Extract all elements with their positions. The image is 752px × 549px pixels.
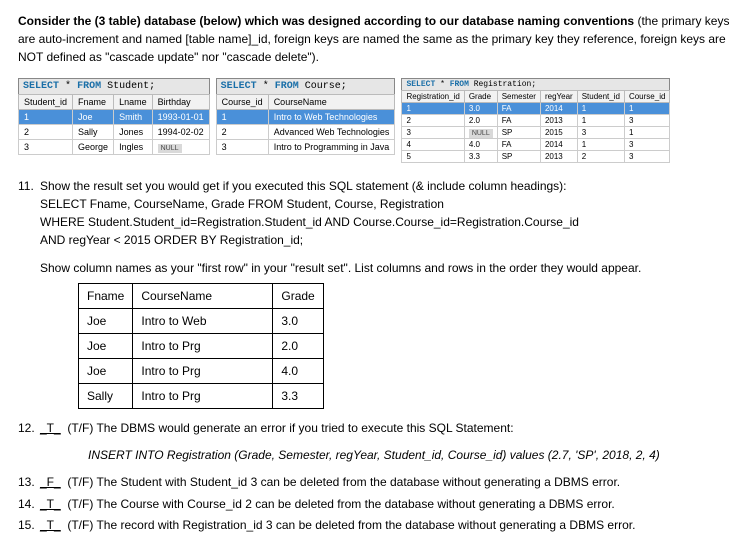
db-tables-row: SELECT * FROM Student; Student_id Fname … [18, 78, 734, 163]
table-row: 5 3.3 SP 2013 2 3 [402, 151, 670, 163]
table-row: 2 2.0 FA 2013 1 3 [402, 115, 670, 127]
registration-cols: Registration_id Grade Semester regYear S… [402, 91, 670, 103]
table-row: 1 Intro to Web Technologies [216, 110, 395, 125]
intro-paragraph: Consider the (3 table) database (below) … [18, 12, 734, 66]
student-sql-head: SELECT * FROM Student; [19, 79, 210, 95]
table-row: Joe Intro to Prg 4.0 [79, 359, 324, 384]
table-row: 3 NULL SP 2015 3 1 [402, 127, 670, 139]
q11-num: 11. [18, 177, 40, 195]
student-cols: Student_id Fname Lname Birthday [19, 95, 210, 110]
q11-sql: SELECT Fname, CourseName, Grade FROM Stu… [40, 195, 734, 249]
result-header-row: Fname CourseName Grade [79, 284, 324, 309]
table-row: 4 4.0 FA 2014 1 3 [402, 139, 670, 151]
table-row: 3 Intro to Programming in Java [216, 140, 395, 155]
course-sql-head: SELECT * FROM Course; [216, 79, 395, 95]
question-12: 12._T_ (T/F) The DBMS would generate an … [18, 419, 734, 465]
course-cols: Course_id CourseName [216, 95, 395, 110]
registration-table-wrap: SELECT * FROM Registration; Registration… [401, 78, 670, 163]
question-15: 15._T_ (T/F) The record with Registratio… [18, 516, 734, 535]
student-table: SELECT * FROM Student; Student_id Fname … [18, 78, 210, 155]
course-table-wrap: SELECT * FROM Course; Course_id CourseNa… [216, 78, 396, 155]
question-14: 14._T_ (T/F) The Course with Course_id 2… [18, 495, 734, 514]
null-badge: NULL [469, 129, 493, 138]
q11-prompt: Show the result set you would get if you… [40, 179, 567, 193]
student-table-wrap: SELECT * FROM Student; Student_id Fname … [18, 78, 210, 155]
table-row: 1 Joe Smith 1993-01-01 [19, 110, 210, 125]
result-set-table: Fname CourseName Grade Joe Intro to Web … [78, 283, 324, 409]
course-table: SELECT * FROM Course; Course_id CourseNa… [216, 78, 396, 155]
registration-table: SELECT * FROM Registration; Registration… [401, 78, 670, 163]
table-row: Joe Intro to Prg 2.0 [79, 334, 324, 359]
question-11: 11.Show the result set you would get if … [18, 177, 734, 409]
table-row: 2 Advanced Web Technologies [216, 125, 395, 140]
document-page: Consider the (3 table) database (below) … [0, 0, 752, 549]
table-row: Joe Intro to Web 3.0 [79, 309, 324, 334]
q11-note: Show column names as your "first row" in… [40, 259, 734, 277]
question-13: 13._F_ (T/F) The Student with Student_id… [18, 473, 734, 492]
table-row: Sally Intro to Prg 3.3 [79, 384, 324, 409]
registration-sql-head: SELECT * FROM Registration; [402, 79, 670, 91]
q12-sql: INSERT INTO Registration (Grade, Semeste… [88, 446, 734, 465]
table-row: 2 Sally Jones 1994-02-02 [19, 125, 210, 140]
intro-bold: Consider the (3 table) database (below) … [18, 14, 634, 28]
table-row: 3 George Ingles NULL [19, 140, 210, 155]
null-badge: NULL [158, 144, 182, 153]
table-row: 1 3.0 FA 2014 1 1 [402, 103, 670, 115]
